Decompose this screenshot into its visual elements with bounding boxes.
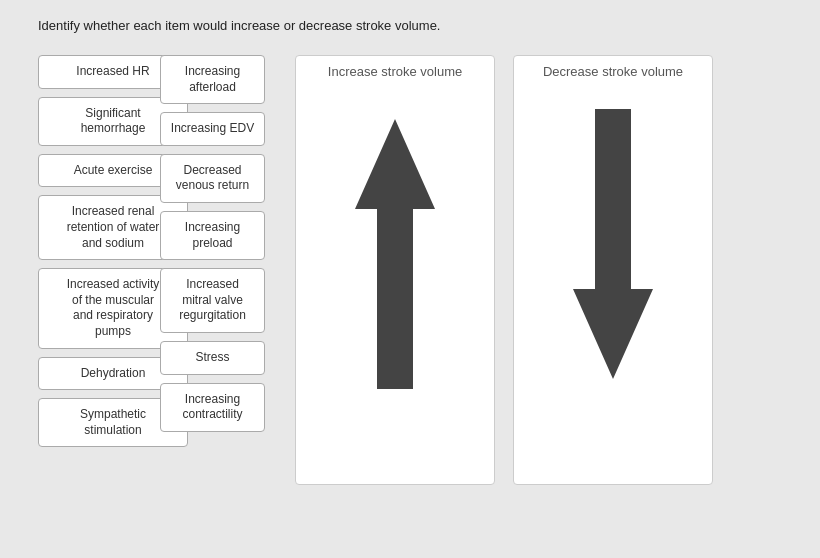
svg-marker-0 <box>355 119 435 389</box>
increase-zone-title: Increase stroke volume <box>328 64 462 79</box>
card-stress[interactable]: Stress <box>160 341 265 375</box>
drop-zones: Increase stroke volume Decrease stroke v… <box>295 55 713 485</box>
card-increasing-preload[interactable]: Increasingpreload <box>160 211 265 260</box>
decrease-stroke-volume-zone[interactable]: Decrease stroke volume <box>513 55 713 485</box>
down-arrow-icon <box>568 109 658 389</box>
decrease-zone-title: Decrease stroke volume <box>543 64 683 79</box>
right-column: Increasingafterload Increasing EDV Decre… <box>160 55 265 432</box>
card-increasing-edv[interactable]: Increasing EDV <box>160 112 265 146</box>
instruction-text: Identify whether each item would increas… <box>38 18 440 33</box>
card-increased-mitral-valve[interactable]: Increasedmitral valveregurgitation <box>160 268 265 333</box>
card-decreased-venous-return[interactable]: Decreasedvenous return <box>160 154 265 203</box>
card-increasing-contractility[interactable]: Increasingcontractility <box>160 383 265 432</box>
up-arrow-icon <box>350 109 440 389</box>
card-increasing-afterload[interactable]: Increasingafterload <box>160 55 265 104</box>
increase-stroke-volume-zone[interactable]: Increase stroke volume <box>295 55 495 485</box>
svg-marker-1 <box>573 109 653 379</box>
